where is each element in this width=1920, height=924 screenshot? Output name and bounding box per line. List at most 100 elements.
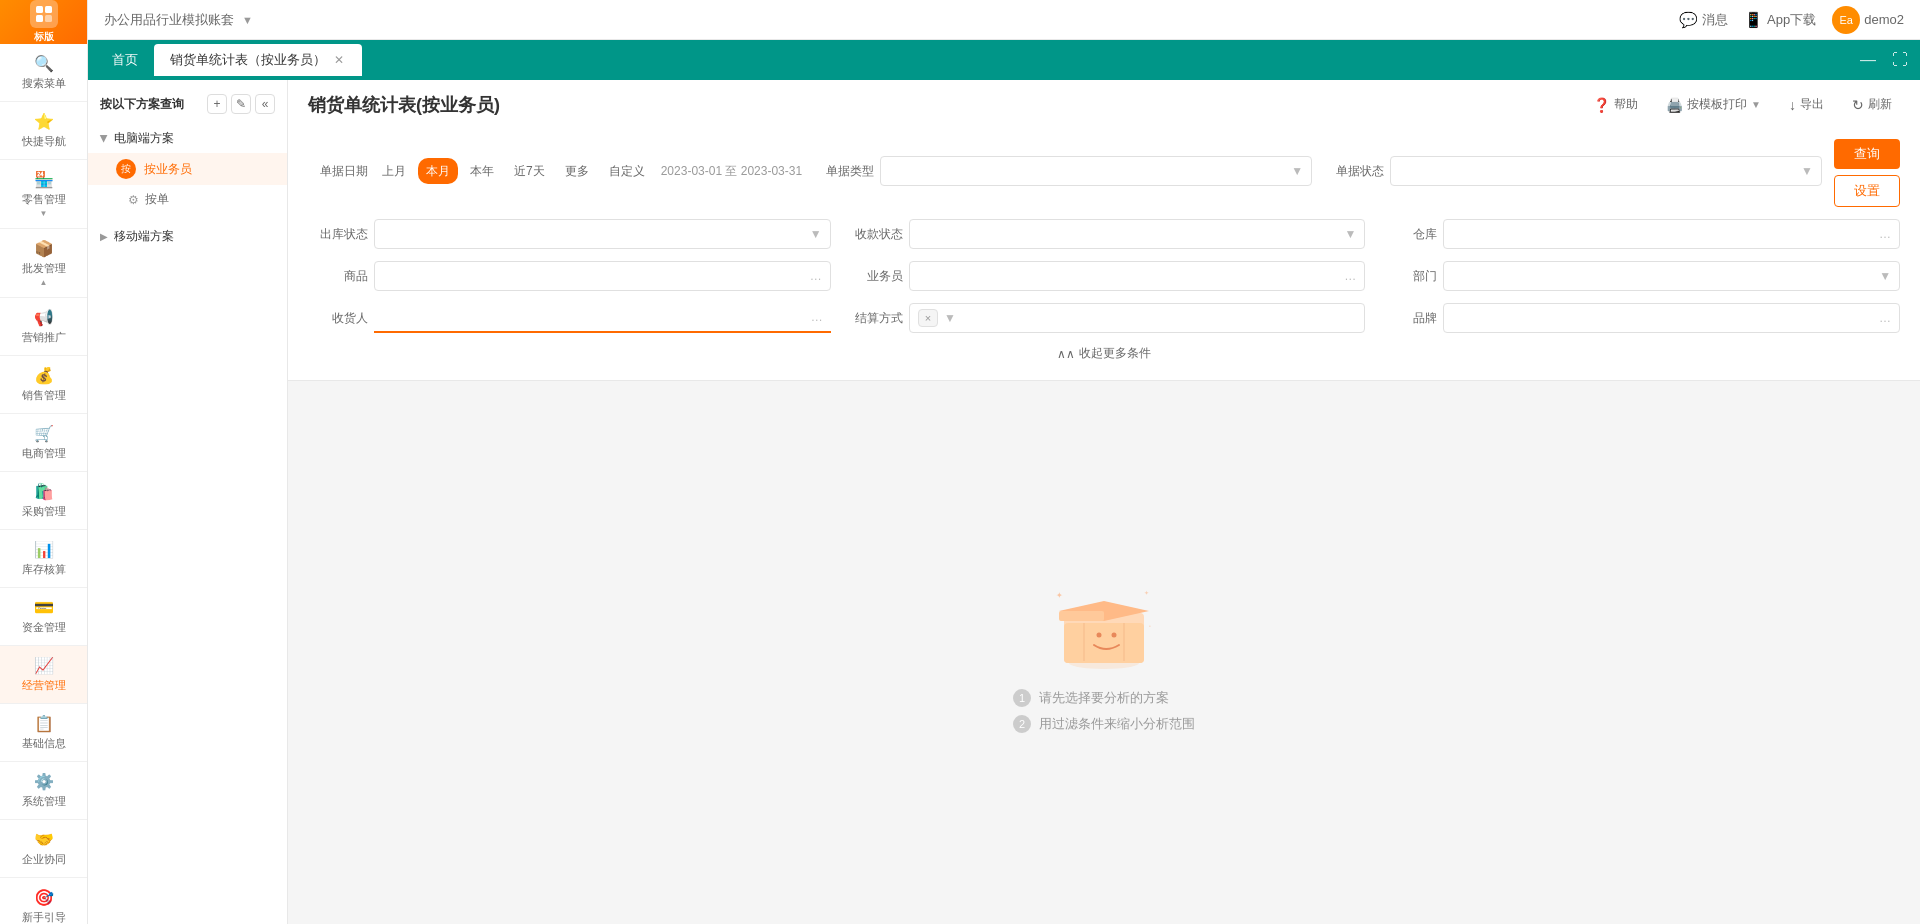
sidebar-item-label: 零售管理 [22,192,66,207]
new-guide-icon: 🎯 [34,888,54,907]
svg-rect-1 [45,6,52,13]
sidebar-item-sales-mgmt[interactable]: 💰 销售管理 [0,356,87,414]
tab-sales-stats[interactable]: 销货单统计表（按业务员） ✕ [154,44,362,76]
topbar-left: 办公用品行业模拟账套 ▼ [104,11,253,29]
sidebar-item-system-mgmt[interactable]: ⚙️ 系统管理 [0,762,87,820]
message-icon: 💬 [1679,11,1698,29]
date-tab-last-7-days[interactable]: 近7天 [506,158,553,184]
wholesale-mgmt-icon: 📦 [34,239,54,258]
sidebar-item-operations[interactable]: 📈 经营管理 [0,646,87,704]
date-tab-this-year[interactable]: 本年 [462,158,502,184]
consignee-input[interactable]: … [374,303,831,333]
department-dropdown-icon: ▼ [1879,269,1891,283]
tab-maximize-icon[interactable]: ⛶ [1888,47,1912,73]
doc-status-label: 单据状态 [1324,163,1384,180]
empty-illustration: ✦ ✦ • [1044,573,1164,673]
tab-home[interactable]: 首页 [96,44,154,76]
date-label: 单据日期 [308,163,368,180]
svg-text:✦: ✦ [1056,591,1063,600]
print-btn[interactable]: 🖨️ 按模板打印 ▼ [1658,92,1769,117]
account-selector[interactable]: 办公用品行业模拟账套 [104,11,234,29]
avatar: Ea [1832,6,1860,34]
scheme-item-label: 按业务员 [144,161,192,178]
help-btn[interactable]: ❓ 帮助 [1585,92,1646,117]
edit-scheme-btn[interactable]: ✎ [231,94,251,114]
filter-actions: 查询 设置 [1834,135,1900,207]
warehouse-field: 仓库 … [1377,219,1900,249]
goods-input[interactable]: … [374,261,831,291]
refresh-btn[interactable]: ↻ 刷新 [1844,92,1900,117]
receipt-status-dropdown-icon: ▼ [1344,227,1356,241]
hint-num-1: 1 [1013,689,1031,707]
gear-icon: ⚙ [128,193,139,207]
app-download-btn[interactable]: 📱 App下载 [1744,11,1816,29]
doc-status-input[interactable]: ▼ [1390,156,1822,186]
settlement-tag-close[interactable]: × [925,312,931,324]
settings-btn[interactable]: 设置 [1834,175,1900,207]
goods-field: 商品 … [308,261,831,291]
sidebar-item-purchase-mgmt[interactable]: 🛍️ 采购管理 [0,472,87,530]
department-input[interactable]: ▼ [1443,261,1900,291]
filter-row-1: 单据日期 上月 本月 本年 近7天 更多 自定义 20 [308,129,1900,213]
settlement-input[interactable]: × ▼ [909,303,1366,333]
out-status-label: 出库状态 [308,226,368,243]
add-scheme-btn[interactable]: + [207,94,227,114]
tab-close-icon[interactable]: ✕ [332,51,346,69]
finance-icon: 💳 [34,598,54,617]
dropdown-arrow-icon[interactable]: ▼ [242,14,253,26]
sidebar-item-search-menu[interactable]: 🔍 搜索菜单 [0,44,87,102]
sidebar-item-quick-nav[interactable]: ⭐ 快捷导航 [0,102,87,160]
collapse-filters-btn[interactable]: ∧∧ 收起更多条件 [308,339,1900,368]
svg-rect-3 [45,15,52,22]
hint-text-1: 请先选择要分析的方案 [1039,689,1169,707]
receipt-status-field: 收款状态 ▼ [843,219,1366,249]
app-download-label: App下载 [1767,11,1816,29]
sidebar-item-wholesale-mgmt[interactable]: 📦 批发管理 ▲ [0,229,87,298]
scheme-item-by-order[interactable]: ⚙ 按单 [88,185,287,214]
sidebar-item-inventory[interactable]: 📊 库存核算 [0,530,87,588]
date-tab-last-month[interactable]: 上月 [374,158,414,184]
sidebar-item-enterprise-collab[interactable]: 🤝 企业协同 [0,820,87,878]
export-btn[interactable]: ↓ 导出 [1781,92,1832,117]
sidebar-item-marketing[interactable]: 📢 营销推广 [0,298,87,356]
department-field: 部门 ▼ [1377,261,1900,291]
user-menu[interactable]: Ea demo2 [1832,6,1904,34]
goods-more-icon: … [810,269,822,283]
page-header: 销货单统计表(按业务员) ❓ 帮助 🖨️ 按模板打印 ▼ ↓ [288,80,1920,381]
marketing-icon: 📢 [34,308,54,327]
refresh-label: 刷新 [1868,96,1892,113]
date-tab-custom[interactable]: 自定义 [601,158,653,184]
sidebar-item-label: 批发管理 [22,261,66,276]
sidebar-item-retail-mgmt[interactable]: 🏪 零售管理 ▼ [0,160,87,229]
doc-type-input[interactable]: ▼ [880,156,1312,186]
receipt-status-input[interactable]: ▼ [909,219,1366,249]
scheme-group-mobile-header[interactable]: ▶ 移动端方案 [88,222,287,251]
messages-btn[interactable]: 💬 消息 [1679,11,1728,29]
salesperson-field: 业务员 … [843,261,1366,291]
collapse-panel-btn[interactable]: « [255,94,275,114]
sidebar-item-ecommerce[interactable]: 🛒 电商管理 [0,414,87,472]
panel-header: 按以下方案查询 + ✎ « [88,88,287,120]
phone-icon: 📱 [1744,11,1763,29]
sidebar-item-basic-info[interactable]: 📋 基础信息 [0,704,87,762]
date-tab-more[interactable]: 更多 [557,158,597,184]
scheme-group-pc-header[interactable]: ▶ 电脑端方案 [88,124,287,153]
scheme-item-by-salesperson[interactable]: 按 按业务员 [88,153,287,185]
retail-mgmt-icon: 🏪 [34,170,54,189]
date-tab-this-month[interactable]: 本月 [418,158,458,184]
filter-area: 单据日期 上月 本月 本年 近7天 更多 自定义 20 [308,129,1900,380]
refresh-icon: ↻ [1852,97,1864,113]
ecommerce-icon: 🛒 [34,424,54,443]
filter-row-2: 出库状态 ▼ 收款状态 ▼ [308,213,1900,255]
salesperson-input[interactable]: … [909,261,1366,291]
brand-input[interactable]: … [1443,303,1900,333]
tab-minimize-icon[interactable]: — [1856,47,1880,73]
query-btn[interactable]: 查询 [1834,139,1900,169]
out-status-input[interactable]: ▼ [374,219,831,249]
brand-more-icon: … [1879,311,1891,325]
messages-label: 消息 [1702,11,1728,29]
sidebar-item-finance[interactable]: 💳 资金管理 [0,588,87,646]
mobile-scheme-group-label: 移动端方案 [114,228,174,245]
sidebar-item-new-guide[interactable]: 🎯 新手引导 [0,878,87,924]
warehouse-input[interactable]: … [1443,219,1900,249]
